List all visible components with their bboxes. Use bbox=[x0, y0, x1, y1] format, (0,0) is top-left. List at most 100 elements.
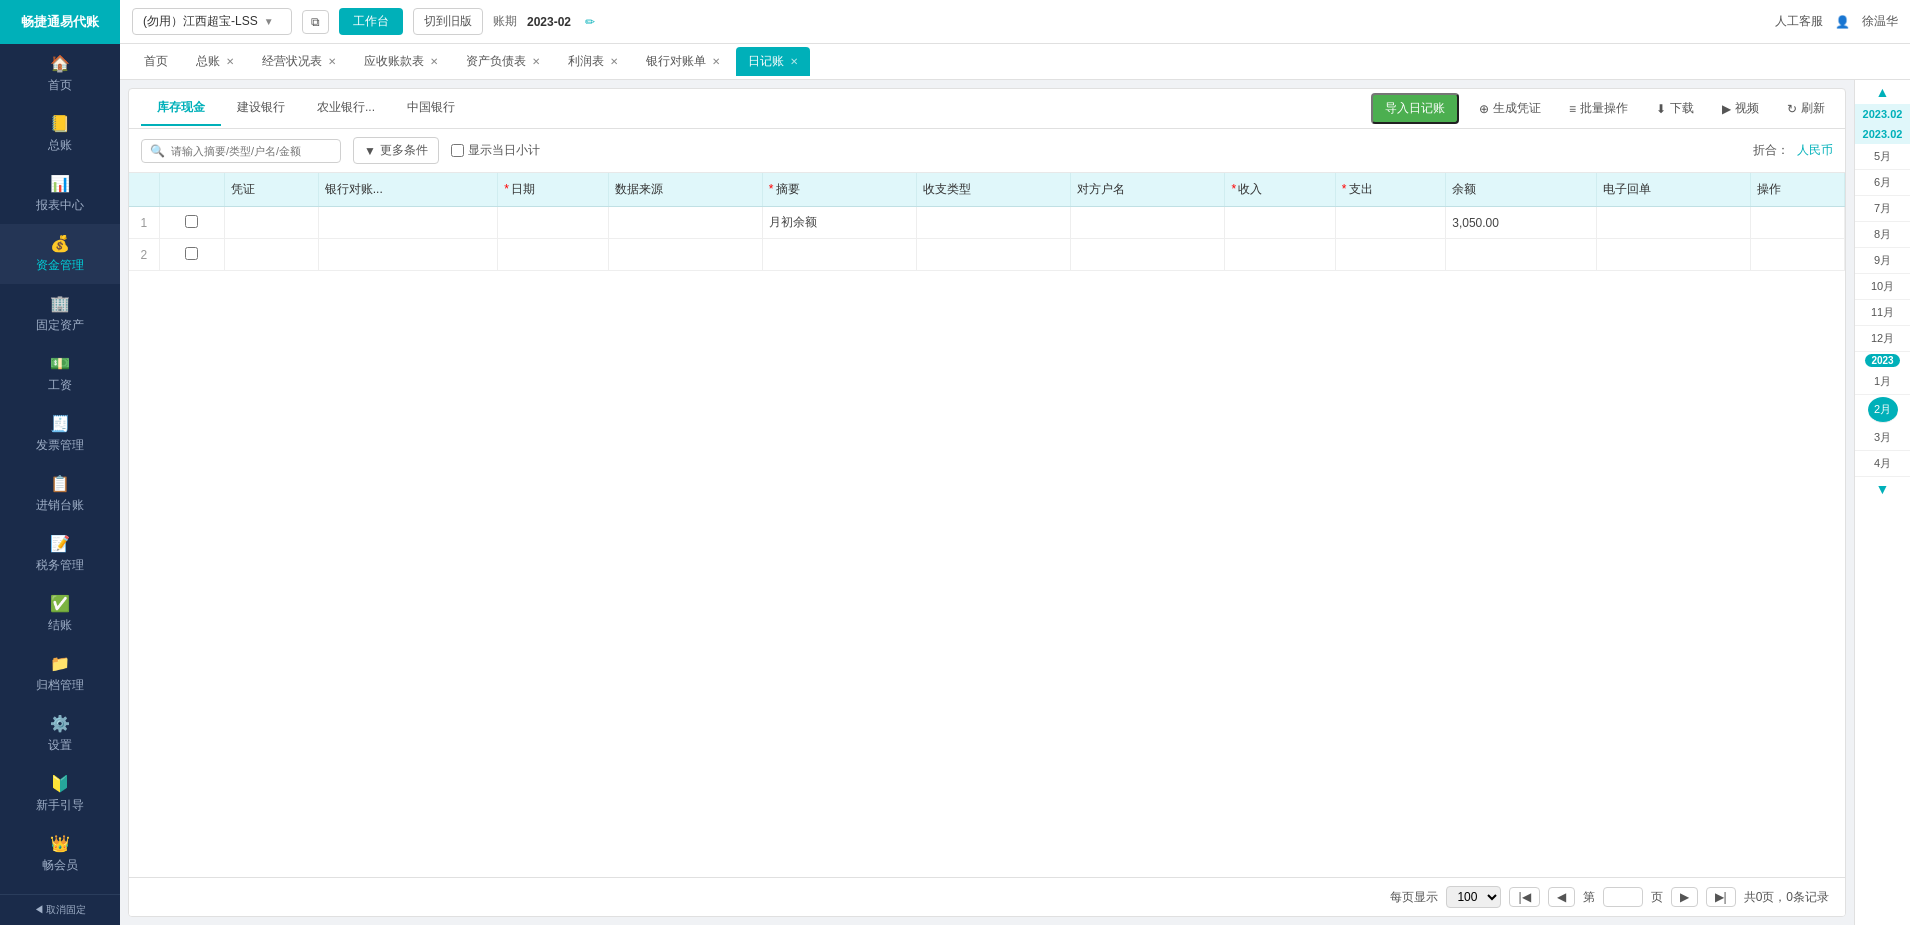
date-month-7月[interactable]: 7月 bbox=[1855, 196, 1910, 222]
sub-tab-农业银行...[interactable]: 农业银行... bbox=[301, 91, 391, 126]
tab-银行对账单[interactable]: 银行对账单✕ bbox=[634, 47, 732, 76]
date-panel-up[interactable]: ▲ bbox=[1855, 80, 1910, 104]
date-month-10月[interactable]: 10月 bbox=[1855, 274, 1910, 300]
date-year-badge[interactable]: 2023 bbox=[1855, 352, 1910, 369]
sidebar-icon-8: 📝 bbox=[50, 534, 70, 553]
date-month-6月[interactable]: 6月 bbox=[1855, 170, 1910, 196]
company-selector[interactable]: (勿用）江西超宝-LSS ▼ bbox=[132, 8, 292, 35]
date-month-5月[interactable]: 5月 bbox=[1855, 144, 1910, 170]
cell-counterparty-1 bbox=[1071, 239, 1225, 271]
page-input[interactable]: 1 bbox=[1603, 887, 1643, 907]
date-month-3月[interactable]: 3月 bbox=[1855, 425, 1910, 451]
show-daily-total-checkbox[interactable]: 显示当日小计 bbox=[451, 142, 540, 159]
date-month-8月[interactable]: 8月 bbox=[1855, 222, 1910, 248]
sidebar-item-税务管理[interactable]: 📝 税务管理 bbox=[0, 524, 120, 584]
sidebar-unpin[interactable]: ◀ 取消固定 bbox=[0, 894, 120, 925]
period-edit-icon[interactable]: ✏ bbox=[585, 15, 595, 29]
period-value: 2023-02 bbox=[527, 15, 571, 29]
sidebar-icon-0: 🏠 bbox=[50, 54, 70, 73]
col-header-date: 日期 bbox=[498, 173, 608, 207]
download-button[interactable]: ⬇ 下载 bbox=[1648, 96, 1702, 121]
currency-label: 折合： bbox=[1753, 142, 1789, 159]
sidebar: 畅捷通易代账 🏠首页📒总账📊报表中心💰资金管理🏢固定资产💵工资🧾发票管理📋进销台… bbox=[0, 0, 120, 925]
tab-利润表[interactable]: 利润表✕ bbox=[556, 47, 630, 76]
tab-资产负债表[interactable]: 资产负债表✕ bbox=[454, 47, 552, 76]
copy-button[interactable]: ⧉ bbox=[302, 10, 329, 34]
date-month-12月[interactable]: 12月 bbox=[1855, 326, 1910, 352]
col-header-voucher: 凭证 bbox=[225, 173, 319, 207]
date-month-9月[interactable]: 9月 bbox=[1855, 248, 1910, 274]
sidebar-item-总账[interactable]: 📒总账 bbox=[0, 104, 120, 164]
cell-balance-0: 3,050.00 bbox=[1446, 207, 1597, 239]
company-name: (勿用）江西超宝-LSS bbox=[143, 13, 258, 30]
tab-close-3[interactable]: ✕ bbox=[430, 56, 438, 67]
generate-button[interactable]: ⊕ 生成凭证 bbox=[1471, 96, 1549, 121]
old-version-button[interactable]: 切到旧版 bbox=[413, 8, 483, 35]
tab-总账[interactable]: 总账✕ bbox=[184, 47, 246, 76]
sidebar-item-结账[interactable]: ✅结账 bbox=[0, 584, 120, 644]
tab-close-2[interactable]: ✕ bbox=[328, 56, 336, 67]
cell-bank_match-1 bbox=[318, 239, 498, 271]
cell-income-0 bbox=[1225, 207, 1335, 239]
show-daily-checkbox[interactable] bbox=[451, 144, 464, 157]
next-page-button[interactable]: ▶ bbox=[1671, 887, 1698, 907]
filter-button[interactable]: ▼ 更多条件 bbox=[353, 137, 439, 164]
tab-label-0: 首页 bbox=[144, 53, 168, 70]
row-check-1[interactable] bbox=[159, 239, 225, 271]
tab-close-7[interactable]: ✕ bbox=[790, 56, 798, 67]
tab-应收账款表[interactable]: 应收账款表✕ bbox=[352, 47, 450, 76]
tab-close-5[interactable]: ✕ bbox=[610, 56, 618, 67]
username[interactable]: 徐温华 bbox=[1862, 13, 1898, 30]
date-month-4月[interactable]: 4月 bbox=[1855, 451, 1910, 477]
tab-日记账[interactable]: 日记账✕ bbox=[736, 47, 810, 76]
cell-income-1 bbox=[1225, 239, 1335, 271]
sidebar-label-0: 首页 bbox=[48, 77, 72, 94]
tab-close-1[interactable]: ✕ bbox=[226, 56, 234, 67]
date-month-11月[interactable]: 11月 bbox=[1855, 300, 1910, 326]
date-panel-year-1[interactable]: 2023.02 bbox=[1855, 104, 1910, 124]
sidebar-item-资金管理[interactable]: 💰资金管理 bbox=[0, 224, 120, 284]
customer-service[interactable]: 人工客服 bbox=[1775, 13, 1823, 30]
sidebar-item-设置[interactable]: ⚙️设置 bbox=[0, 704, 120, 764]
sidebar-item-首页[interactable]: 🏠 首页 bbox=[0, 44, 120, 104]
last-page-button[interactable]: ▶| bbox=[1706, 887, 1736, 907]
sidebar-item-进销台账[interactable]: 📋进销台账 bbox=[0, 464, 120, 524]
sidebar-item-报表中心[interactable]: 📊 报表中心 bbox=[0, 164, 120, 224]
cell-voucher-1 bbox=[225, 239, 319, 271]
row-check-0[interactable] bbox=[159, 207, 225, 239]
tab-经营状况表[interactable]: 经营状况表✕ bbox=[250, 47, 348, 76]
sidebar-item-归档管理[interactable]: 📁归档管理 bbox=[0, 644, 120, 704]
sidebar-label-2: 报表中心 bbox=[36, 197, 84, 214]
sidebar-item-畅会员[interactable]: 👑畅会员 bbox=[0, 824, 120, 884]
tab-close-6[interactable]: ✕ bbox=[712, 56, 720, 67]
workbench-button[interactable]: 工作台 bbox=[339, 8, 403, 35]
per-page-select[interactable]: 102050100 bbox=[1446, 886, 1501, 908]
sidebar-label-8: 税务管理 bbox=[36, 557, 84, 574]
date-panel-year-2[interactable]: 2023.02 bbox=[1855, 124, 1910, 144]
tab-首页[interactable]: 首页 bbox=[132, 47, 180, 76]
import-button[interactable]: 导入日记账 bbox=[1371, 93, 1459, 124]
search-input[interactable] bbox=[171, 145, 321, 157]
video-button[interactable]: ▶ 视频 bbox=[1714, 96, 1767, 121]
prev-page-button[interactable]: ◀ bbox=[1548, 887, 1575, 907]
date-month-1月[interactable]: 1月 bbox=[1855, 369, 1910, 395]
dropdown-arrow-icon: ▼ bbox=[264, 16, 274, 27]
sub-tab-库存现金[interactable]: 库存现金 bbox=[141, 91, 221, 126]
sidebar-item-工资[interactable]: 💵工资 bbox=[0, 344, 120, 404]
sub-tab-中国银行[interactable]: 中国银行 bbox=[391, 91, 471, 126]
currency-value[interactable]: 人民币 bbox=[1797, 142, 1833, 159]
sub-tab-建设银行[interactable]: 建设银行 bbox=[221, 91, 301, 126]
main-content: (勿用）江西超宝-LSS ▼ ⧉ 工作台 切到旧版 账期 2023-02 ✏ 人… bbox=[120, 0, 1910, 925]
sidebar-item-固定资产[interactable]: 🏢固定资产 bbox=[0, 284, 120, 344]
first-page-button[interactable]: |◀ bbox=[1509, 887, 1539, 907]
sidebar-item-新手引导[interactable]: 🔰新手引导 bbox=[0, 764, 120, 824]
sidebar-icon-2: 📊 bbox=[50, 174, 70, 193]
date-panel-down[interactable]: ▼ bbox=[1855, 477, 1910, 501]
refresh-button[interactable]: ↻ 刷新 bbox=[1779, 96, 1833, 121]
search-box[interactable]: 🔍 bbox=[141, 139, 341, 163]
sidebar-item-发票管理[interactable]: 🧾发票管理 bbox=[0, 404, 120, 464]
date-month-2月[interactable]: 2月 bbox=[1868, 397, 1898, 423]
toolbar: 🔍 ▼ 更多条件 显示当日小计 折合： 人民币 bbox=[129, 129, 1845, 173]
tab-close-4[interactable]: ✕ bbox=[532, 56, 540, 67]
batch-button[interactable]: ≡ 批量操作 bbox=[1561, 96, 1636, 121]
